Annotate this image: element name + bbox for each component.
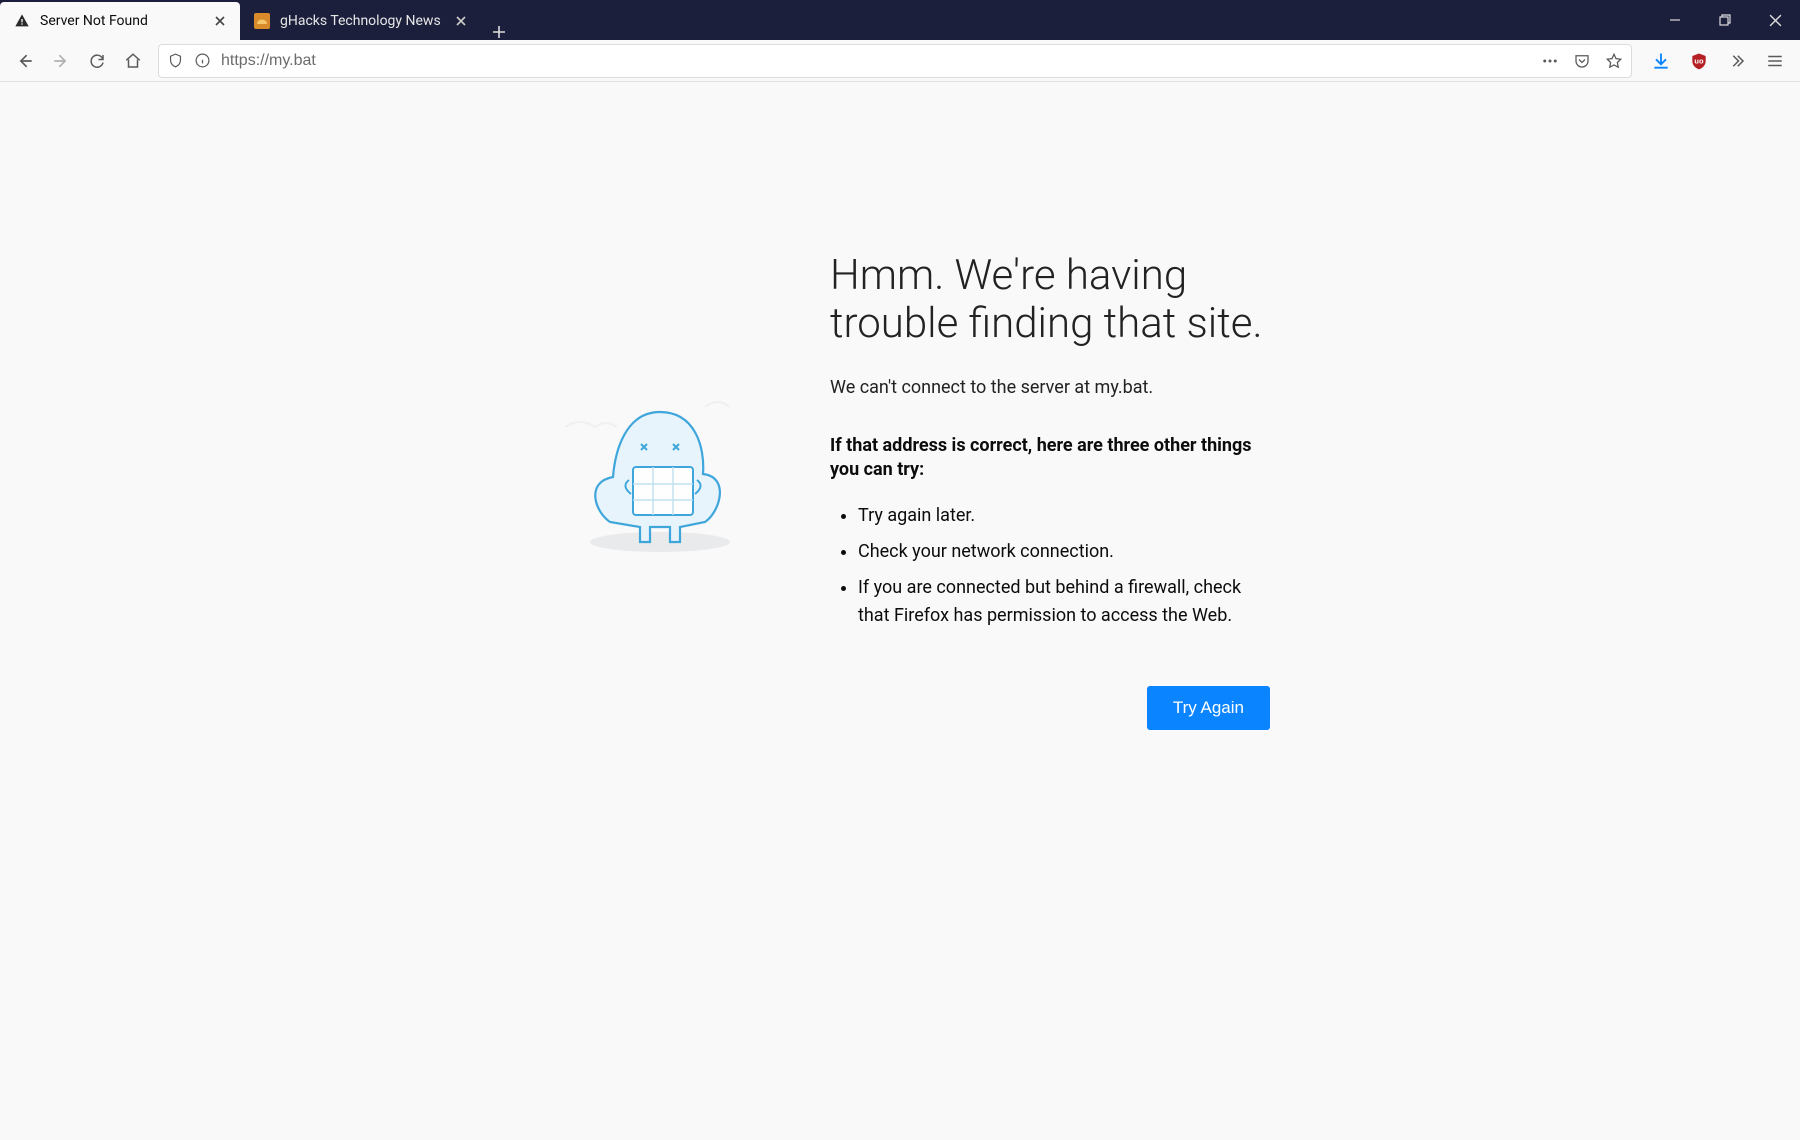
minimize-button[interactable]: [1650, 0, 1700, 40]
close-window-button[interactable]: [1750, 0, 1800, 40]
warning-icon: [14, 13, 30, 29]
titlebar-drag-region[interactable]: [517, 0, 1650, 40]
ghacks-icon: [254, 13, 270, 29]
error-text: Hmm. We're having trouble finding that s…: [830, 252, 1270, 730]
list-item: Try again later.: [858, 502, 1270, 530]
list-item: Check your network connection.: [858, 538, 1270, 566]
error-title: Hmm. We're having trouble finding that s…: [830, 252, 1270, 349]
toolbar-extensions: uo: [1640, 44, 1792, 78]
new-tab-button[interactable]: [481, 24, 517, 40]
home-button[interactable]: [116, 44, 150, 78]
error-page: Hmm. We're having trouble finding that s…: [530, 252, 1270, 730]
url-bar[interactable]: [158, 44, 1632, 78]
info-icon[interactable]: [194, 52, 211, 69]
hamburger-menu-icon[interactable]: [1758, 44, 1792, 78]
tab-title: gHacks Technology News: [280, 13, 441, 29]
ublock-icon[interactable]: uo: [1682, 44, 1716, 78]
forward-button[interactable]: [44, 44, 78, 78]
svg-text:uo: uo: [1694, 56, 1704, 65]
close-icon[interactable]: [210, 11, 230, 31]
error-suggestions: Try again later. Check your network conn…: [830, 502, 1270, 630]
overflow-icon[interactable]: [1720, 44, 1754, 78]
tab-inactive[interactable]: gHacks Technology News: [240, 2, 481, 40]
maximize-button[interactable]: [1700, 0, 1750, 40]
urlbar-actions: [1541, 52, 1623, 70]
error-instructions-heading: If that address is correct, here are thr…: [830, 434, 1270, 483]
bookmark-star-icon[interactable]: [1605, 52, 1623, 70]
close-icon[interactable]: [451, 11, 471, 31]
error-subtitle: We can't connect to the server at my.bat…: [830, 377, 1270, 398]
try-again-button[interactable]: Try Again: [1147, 686, 1270, 730]
back-button[interactable]: [8, 44, 42, 78]
pocket-icon[interactable]: [1573, 52, 1591, 70]
list-item: If you are connected but behind a firewa…: [858, 574, 1270, 630]
nav-toolbar: uo: [0, 40, 1800, 82]
error-actions: Try Again: [830, 686, 1270, 730]
window-controls: [1650, 0, 1800, 40]
reload-button[interactable]: [80, 44, 114, 78]
downloads-icon[interactable]: [1644, 44, 1678, 78]
url-input[interactable]: [221, 52, 1531, 70]
error-illustration: [530, 252, 790, 730]
titlebar: Server Not Found gHacks Technology News: [0, 0, 1800, 40]
tab-strip: Server Not Found gHacks Technology News: [0, 0, 517, 40]
page-actions-icon[interactable]: [1541, 52, 1559, 70]
tab-active[interactable]: Server Not Found: [0, 2, 240, 40]
page-content: Hmm. We're having trouble finding that s…: [0, 82, 1800, 1140]
shield-icon[interactable]: [167, 52, 184, 69]
tab-title: Server Not Found: [40, 13, 200, 29]
